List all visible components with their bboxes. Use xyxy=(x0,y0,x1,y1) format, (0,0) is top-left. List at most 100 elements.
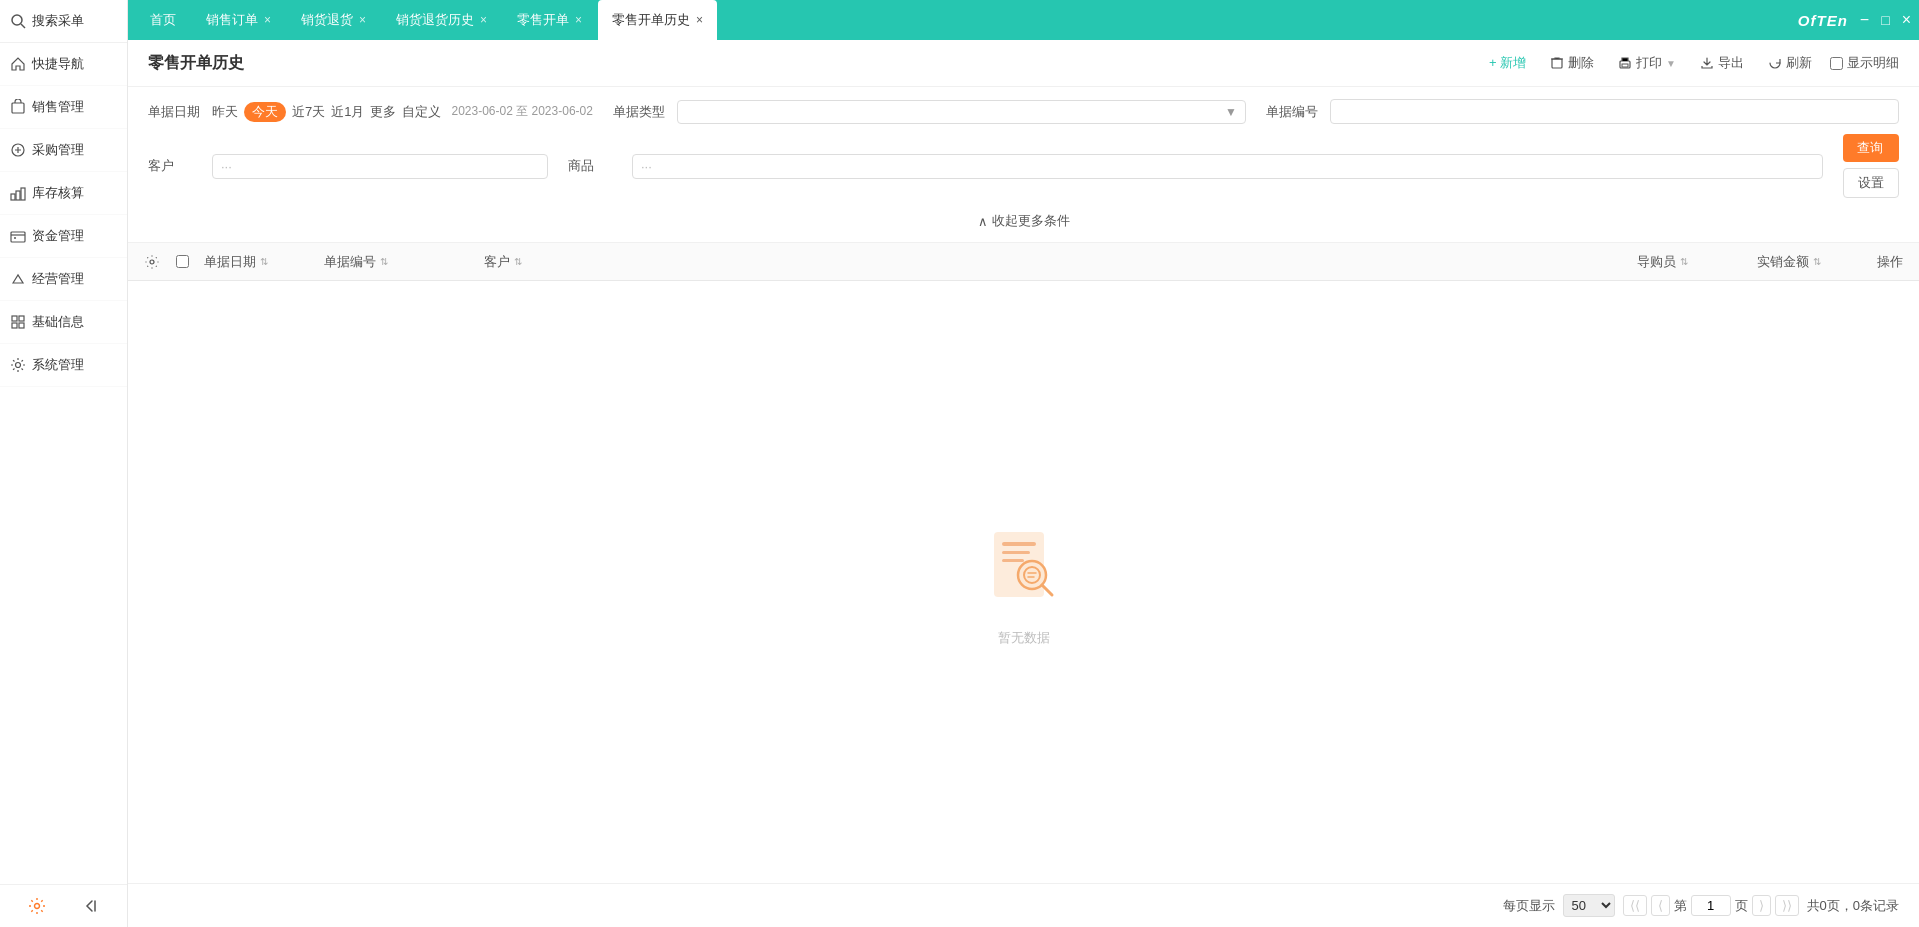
empty-illustration xyxy=(974,517,1074,617)
sidebar-item-finance-mgmt[interactable]: 资金管理 xyxy=(0,215,127,258)
sidebar-item-system-mgmt[interactable]: 系统管理 xyxy=(0,344,127,387)
date-field: 单据日期 昨天 今天 近7天 近1月 更多 自定义 2023-06-02 至 2… xyxy=(148,102,593,122)
close-btn[interactable]: × xyxy=(1902,11,1911,29)
date-7days[interactable]: 近7天 xyxy=(292,103,325,121)
pagination-next[interactable]: ⟩ xyxy=(1752,895,1771,916)
search-row-2: 客户 ··· 商品 ··· 查询 设置 xyxy=(148,134,1899,198)
toolbar: + 新增 删除 打印 ▼ 导出 刷新 显示明细 xyxy=(1483,50,1899,76)
tab-retail-open-history[interactable]: 零售开单历史 × xyxy=(598,0,717,40)
date-today[interactable]: 今天 xyxy=(244,102,286,122)
finance-icon xyxy=(10,228,26,244)
page-title: 零售开单历史 xyxy=(148,53,244,74)
tab-sales-return[interactable]: 销货退货 × xyxy=(287,0,380,40)
sidebar-item-operations-mgmt[interactable]: 经营管理 xyxy=(0,258,127,301)
search-area: 单据日期 昨天 今天 近7天 近1月 更多 自定义 2023-06-02 至 2… xyxy=(128,87,1919,243)
svg-point-13 xyxy=(16,363,21,368)
tab-retail-open[interactable]: 零售开单 × xyxy=(503,0,596,40)
export-icon xyxy=(1700,56,1714,70)
svg-rect-12 xyxy=(19,323,24,328)
goods-label: 商品 xyxy=(568,157,624,175)
sort-amount-icon: ⇅ xyxy=(1813,256,1821,267)
sales-icon xyxy=(10,99,26,115)
tab-close-retail-open-history[interactable]: × xyxy=(696,13,703,27)
doc-no-label: 单据编号 xyxy=(1266,103,1322,121)
tab-close-retail-open[interactable]: × xyxy=(575,13,582,27)
sidebar-search[interactable]: 搜索采单 xyxy=(0,0,127,43)
th-salesman-label: 导购员 xyxy=(1637,253,1676,271)
th-salesman[interactable]: 导购员 ⇅ xyxy=(1629,253,1749,271)
date-yesterday[interactable]: 昨天 xyxy=(212,103,238,121)
sort-date-icon: ⇅ xyxy=(260,256,268,267)
settings-gear-icon[interactable] xyxy=(28,897,46,915)
refresh-icon xyxy=(1768,56,1782,70)
th-date-label: 单据日期 xyxy=(204,253,256,271)
table-select-all[interactable] xyxy=(168,255,196,268)
sidebar-label-operations-mgmt: 经营管理 xyxy=(32,270,84,288)
date-more[interactable]: 更多 xyxy=(370,103,396,121)
date-custom[interactable]: 自定义 xyxy=(402,103,441,121)
tab-sales-return-history[interactable]: 销货退货历史 × xyxy=(382,0,501,40)
sidebar-item-purchase-mgmt[interactable]: 采购管理 xyxy=(0,129,127,172)
date-label: 单据日期 xyxy=(148,103,204,121)
sidebar: 搜索采单 快捷导航 销售管理 采购管理 库存核算 xyxy=(0,0,128,927)
th-customer[interactable]: 客户 ⇅ xyxy=(476,253,1629,271)
svg-point-8 xyxy=(14,237,16,239)
svg-rect-23 xyxy=(1002,551,1030,554)
date-1month[interactable]: 近1月 xyxy=(331,103,364,121)
sidebar-search-label: 搜索采单 xyxy=(32,12,84,30)
delete-icon xyxy=(1550,56,1564,70)
pagination: 每页显示 50 20 100 200 ⟨⟨ ⟨ 第 页 ⟩ ⟩⟩ 共0页，0条记… xyxy=(128,883,1919,927)
tab-bar: 首页 销售订单 × 销货退货 × 销货退货历史 × 零售开单 × 零售开单历史 … xyxy=(128,0,1919,40)
settings-table-icon xyxy=(144,254,160,270)
sidebar-item-inventory-calc[interactable]: 库存核算 xyxy=(0,172,127,215)
maximize-btn[interactable]: □ xyxy=(1881,12,1889,28)
sidebar-item-sales-mgmt[interactable]: 销售管理 xyxy=(0,86,127,129)
tab-sales-order[interactable]: 销售订单 × xyxy=(192,0,285,40)
delete-btn[interactable]: 删除 xyxy=(1544,50,1600,76)
tab-home[interactable]: 首页 xyxy=(136,0,190,40)
export-btn[interactable]: 导出 xyxy=(1694,50,1750,76)
pagination-info: 共0页，0条记录 xyxy=(1807,897,1899,915)
customer-input[interactable]: ··· xyxy=(212,154,548,179)
refresh-btn[interactable]: 刷新 xyxy=(1762,50,1818,76)
tab-close-sales-return-history[interactable]: × xyxy=(480,13,487,27)
pagination-prev[interactable]: ⟨ xyxy=(1651,895,1670,916)
th-no[interactable]: 单据编号 ⇅ xyxy=(316,253,476,271)
sidebar-label-quick-nav: 快捷导航 xyxy=(32,55,84,73)
svg-line-1 xyxy=(21,24,25,28)
print-btn[interactable]: 打印 ▼ xyxy=(1612,50,1682,76)
per-page-label: 每页显示 xyxy=(1503,897,1555,915)
svg-point-0 xyxy=(12,15,22,25)
th-amount[interactable]: 实销金额 ⇅ xyxy=(1749,253,1869,271)
goods-input[interactable]: ··· xyxy=(632,154,1823,179)
pagination-last[interactable]: ⟩⟩ xyxy=(1775,895,1799,916)
sidebar-item-quick-nav[interactable]: 快捷导航 xyxy=(0,43,127,86)
sidebar-label-finance-mgmt: 资金管理 xyxy=(32,227,84,245)
page-number-input[interactable] xyxy=(1691,895,1731,916)
minimize-btn[interactable]: − xyxy=(1860,11,1869,29)
customer-field: 客户 ··· xyxy=(148,154,548,179)
svg-point-14 xyxy=(34,904,39,909)
sidebar-item-basic-info[interactable]: 基础信息 xyxy=(0,301,127,344)
tab-close-sales-return[interactable]: × xyxy=(359,13,366,27)
svg-rect-5 xyxy=(16,191,20,200)
display-detail-checkbox[interactable]: 显示明细 xyxy=(1830,54,1899,72)
doc-type-label: 单据类型 xyxy=(613,103,669,121)
query-btn[interactable]: 查询 xyxy=(1843,134,1899,162)
goods-placeholder: ··· xyxy=(641,159,652,174)
table-settings-btn[interactable] xyxy=(136,254,168,270)
collapse-conditions-btn[interactable]: ∧ 收起更多条件 xyxy=(148,208,1899,234)
doc-type-select[interactable]: ▼ xyxy=(677,100,1246,124)
tab-close-sales-order[interactable]: × xyxy=(264,13,271,27)
per-page-select[interactable]: 50 20 100 200 xyxy=(1563,894,1615,917)
add-btn[interactable]: + 新增 xyxy=(1483,50,1532,76)
th-actions: 操作 xyxy=(1869,253,1911,271)
collapse-sidebar-icon[interactable] xyxy=(81,897,99,915)
svg-rect-11 xyxy=(12,323,17,328)
settings-search-btn[interactable]: 设置 xyxy=(1843,168,1899,198)
pagination-first[interactable]: ⟨⟨ xyxy=(1623,895,1647,916)
inventory-icon xyxy=(10,185,26,201)
doc-no-input[interactable] xyxy=(1330,99,1899,124)
system-icon xyxy=(10,357,26,373)
th-date[interactable]: 单据日期 ⇅ xyxy=(196,253,316,271)
